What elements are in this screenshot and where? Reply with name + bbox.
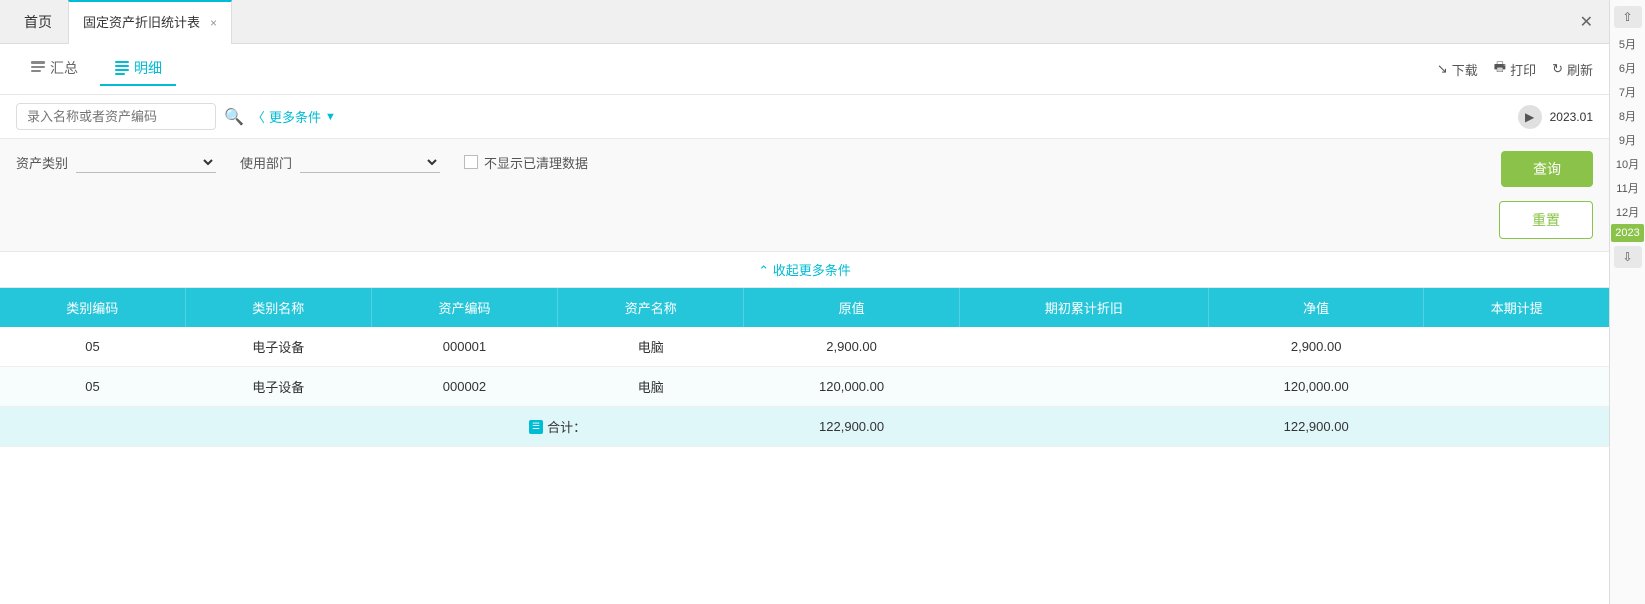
table-row: 05 电子设备 000001 电脑 2,900.00 2,900.00 <box>0 327 1609 367</box>
filter-icon: 〈 <box>252 107 265 126</box>
cell-beginning-depreciation <box>959 367 1208 407</box>
use-department-select[interactable] <box>300 151 440 173</box>
toolbar-actions: ↘ 下载 🖶 打印 ↻ 刷新 <box>1437 58 1593 80</box>
refresh-label: 刷新 <box>1567 60 1593 79</box>
summary-empty-2 <box>185 407 371 447</box>
col-category-name: 类别名称 <box>185 288 371 327</box>
date-badge: 2023.01 <box>1550 110 1593 124</box>
download-label: 下载 <box>1452 60 1478 79</box>
detail-icon <box>114 60 130 76</box>
asset-category-label: 资产类别 <box>16 153 68 172</box>
data-table: 类别编码 类别名称 资产编码 资产名称 原值 期初累计折旧 净值 本期计提 05… <box>0 288 1609 447</box>
cell-category-code: 05 <box>0 367 185 407</box>
collapse-label: 收起更多条件 <box>773 263 851 278</box>
summary-label-cell: ☰ 合计： <box>371 407 744 447</box>
tab-summary-label: 汇总 <box>50 58 78 78</box>
tab-active[interactable]: 固定资产折旧统计表 × <box>68 0 232 44</box>
window-close-btn[interactable]: ✕ <box>1572 8 1601 36</box>
summary-empty-1 <box>0 407 185 447</box>
sidebar-month-item[interactable]: 9月 <box>1611 128 1643 152</box>
cell-beginning-depreciation <box>959 327 1208 367</box>
tab-summary[interactable]: 汇总 <box>16 52 92 86</box>
cell-original-value: 2,900.00 <box>744 327 959 367</box>
cell-original-value: 120,000.00 <box>744 367 959 407</box>
col-net-value: 净值 <box>1208 288 1423 327</box>
summary-row: ☰ 合计： 122,900.00 122,900.00 <box>0 407 1609 447</box>
cell-asset-code: 000001 <box>371 327 557 367</box>
cell-asset-name: 电脑 <box>558 327 744 367</box>
filter-expand-btn[interactable]: ▶ <box>1518 105 1542 129</box>
sidebar-month-item[interactable]: 11月 <box>1611 176 1643 200</box>
summary-original-value: 122,900.00 <box>744 407 959 447</box>
summary-icon <box>30 60 46 76</box>
collapse-up-icon: ⌃ <box>758 263 773 278</box>
sidebar-month-item[interactable]: 2023 <box>1611 224 1643 242</box>
tab-close-icon[interactable]: × <box>210 1 217 45</box>
table-row: 05 电子设备 000002 电脑 120,000.00 120,000.00 <box>0 367 1609 407</box>
cell-net-value: 120,000.00 <box>1208 367 1423 407</box>
summary-label-text: 合计： <box>547 417 586 436</box>
col-period-depreciation: 本期计提 <box>1424 288 1609 327</box>
query-button[interactable]: 查询 <box>1501 151 1593 187</box>
col-original-value: 原值 <box>744 288 959 327</box>
refresh-icon: ↻ <box>1552 61 1563 77</box>
filter-bar: 🔍 〈 更多条件 ▼ ▶ 2023.01 <box>0 95 1609 139</box>
refresh-btn[interactable]: ↻ 刷新 <box>1552 60 1593 79</box>
sidebar-month-item[interactable]: 8月 <box>1611 104 1643 128</box>
hide-cleared-checkbox[interactable] <box>464 155 478 169</box>
summary-period-depreciation <box>1424 407 1609 447</box>
sidebar-month-item[interactable]: 12月 <box>1611 200 1643 224</box>
data-table-wrapper: 类别编码 类别名称 资产编码 资产名称 原值 期初累计折旧 净值 本期计提 05… <box>0 288 1609 604</box>
collapse-bar[interactable]: ⌃ 收起更多条件 <box>0 252 1609 288</box>
tab-detail[interactable]: 明细 <box>100 52 176 86</box>
sidebar-month-item[interactable]: 7月 <box>1611 80 1643 104</box>
asset-category-select[interactable] <box>76 151 216 173</box>
sidebar-month-item[interactable]: 6月 <box>1611 56 1643 80</box>
hide-cleared-label: 不显示已清理数据 <box>484 153 588 172</box>
search-input[interactable] <box>16 103 216 130</box>
advanced-filter: 资产类别 使用部门 不显示已清理数据 <box>0 139 1609 252</box>
summary-net-value: 122,900.00 <box>1208 407 1423 447</box>
hide-cleared-checkbox-label[interactable]: 不显示已清理数据 <box>464 153 588 172</box>
cell-net-value: 2,900.00 <box>1208 327 1423 367</box>
more-filter-label: 更多条件 <box>269 107 321 126</box>
sidebar-scroll-down-btn[interactable]: ⇩ <box>1614 246 1642 268</box>
summary-beginning-depreciation <box>959 407 1208 447</box>
sidebar-month-item[interactable]: 5月 <box>1611 32 1643 56</box>
summary-icon: ☰ <box>529 420 543 434</box>
tab-bar: 首页 固定资产折旧统计表 × ✕ <box>0 0 1609 44</box>
sidebar-month-item[interactable]: 10月 <box>1611 152 1643 176</box>
table-header-row: 类别编码 类别名称 资产编码 资产名称 原值 期初累计折旧 净值 本期计提 <box>0 288 1609 327</box>
print-btn[interactable]: 🖶 打印 <box>1494 58 1536 80</box>
print-label: 打印 <box>1510 60 1536 79</box>
cell-category-name: 电子设备 <box>185 327 371 367</box>
search-icon[interactable]: 🔍 <box>224 107 244 127</box>
download-btn[interactable]: ↘ 下载 <box>1437 60 1478 79</box>
cell-asset-name: 电脑 <box>558 367 744 407</box>
print-icon: 🖶 <box>1494 58 1506 80</box>
download-icon: ↘ <box>1437 61 1448 77</box>
cell-period-depreciation <box>1424 327 1609 367</box>
tab-home[interactable]: 首页 <box>8 0 68 44</box>
col-category-code: 类别编码 <box>0 288 185 327</box>
col-asset-name: 资产名称 <box>558 288 744 327</box>
view-toolbar: 汇总 明细 ↘ 下载 🖶 打印 ↻ <box>0 44 1609 95</box>
tab-active-label: 固定资产折旧统计表 <box>83 1 200 45</box>
col-beginning-depreciation: 期初累计折旧 <box>959 288 1208 327</box>
right-sidebar: ⇧ 5月6月7月8月9月10月11月12月2023 ⇩ <box>1609 0 1645 604</box>
more-filter-btn[interactable]: 〈 更多条件 ▼ <box>252 107 336 126</box>
cell-period-depreciation <box>1424 367 1609 407</box>
sidebar-scroll-up-btn[interactable]: ⇧ <box>1614 6 1642 28</box>
col-asset-code: 资产编码 <box>371 288 557 327</box>
chevron-down-icon: ▼ <box>325 111 336 123</box>
cell-asset-code: 000002 <box>371 367 557 407</box>
cell-category-name: 电子设备 <box>185 367 371 407</box>
tab-detail-label: 明细 <box>134 58 162 78</box>
reset-button[interactable]: 重置 <box>1499 201 1593 239</box>
use-department-label: 使用部门 <box>240 153 292 172</box>
use-department-field: 使用部门 <box>240 151 440 173</box>
asset-category-field: 资产类别 <box>16 151 216 173</box>
cell-category-code: 05 <box>0 327 185 367</box>
